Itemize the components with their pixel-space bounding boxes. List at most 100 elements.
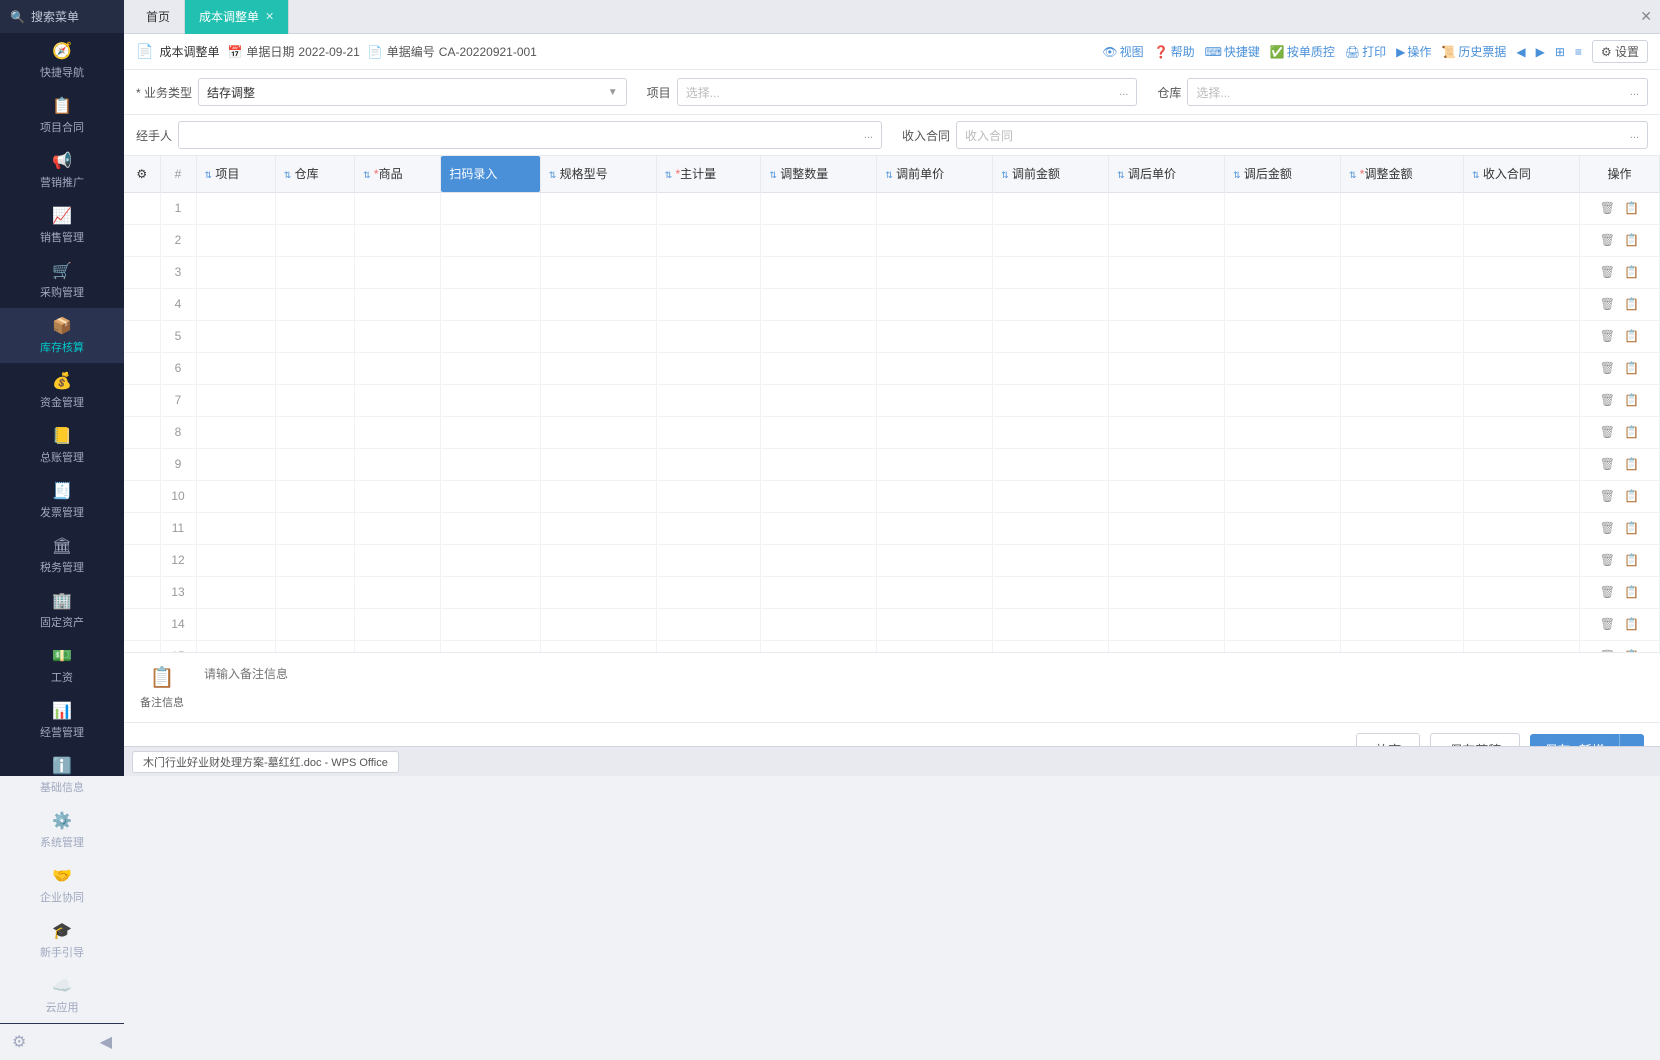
settings-icon[interactable]: ⚙	[12, 1032, 26, 1052]
row-before-amount[interactable]	[993, 320, 1109, 352]
row-after-price[interactable]	[1109, 224, 1225, 256]
row-product[interactable]	[355, 416, 441, 448]
row-before-price[interactable]	[877, 320, 993, 352]
col-warehouse[interactable]: ⇅ 仓库	[275, 156, 354, 192]
row-adj-qty[interactable]	[761, 352, 877, 384]
tab-home[interactable]: 首页	[132, 0, 185, 34]
row-adj-amount[interactable]	[1340, 640, 1463, 652]
row-adj-amount[interactable]	[1340, 416, 1463, 448]
sidebar-item-ops-mgmt[interactable]: 📊 经营管理	[0, 693, 124, 748]
row-before-amount[interactable]	[993, 224, 1109, 256]
handler-input[interactable]: ...	[178, 121, 882, 149]
row-scan[interactable]	[441, 640, 540, 652]
row-before-price[interactable]	[877, 608, 993, 640]
row-before-price[interactable]	[877, 288, 993, 320]
sidebar-item-purchase-mgmt[interactable]: 🛒 采购管理	[0, 253, 124, 308]
history-action[interactable]: 📜 历史票据	[1441, 43, 1506, 60]
row-adj-amount[interactable]	[1340, 192, 1463, 224]
row-after-amount[interactable]	[1224, 288, 1340, 320]
row-warehouse[interactable]	[275, 192, 354, 224]
col-after-price[interactable]: ⇅ 调后单价	[1109, 156, 1225, 192]
sidebar-item-invoice-mgmt[interactable]: 🧾 发票管理	[0, 473, 124, 528]
row-warehouse[interactable]	[275, 640, 354, 652]
row-spec[interactable]	[540, 512, 656, 544]
row-adj-amount[interactable]	[1340, 512, 1463, 544]
row-unit[interactable]	[656, 640, 761, 652]
row-before-amount[interactable]	[993, 608, 1109, 640]
row-before-amount[interactable]	[993, 192, 1109, 224]
row-income-contract[interactable]	[1463, 448, 1579, 480]
copy-icon[interactable]: 📋	[1624, 329, 1639, 343]
row-adj-qty[interactable]	[761, 384, 877, 416]
row-scan[interactable]	[441, 224, 540, 256]
row-spec[interactable]	[540, 640, 656, 652]
row-scan[interactable]	[441, 608, 540, 640]
sidebar-item-tax-mgmt[interactable]: 🏛 税务管理	[0, 528, 124, 583]
col-before-price[interactable]: ⇅ 调前单价	[877, 156, 993, 192]
row-scan[interactable]	[441, 576, 540, 608]
row-unit[interactable]	[656, 416, 761, 448]
notes-input[interactable]	[200, 661, 1648, 711]
row-warehouse[interactable]	[275, 608, 354, 640]
row-project[interactable]	[196, 544, 275, 576]
col-adj-amount[interactable]: ⇅ *调整金额	[1340, 156, 1463, 192]
row-warehouse[interactable]	[275, 288, 354, 320]
row-income-contract[interactable]	[1463, 416, 1579, 448]
row-warehouse[interactable]	[275, 256, 354, 288]
copy-icon[interactable]: 📋	[1624, 489, 1639, 503]
row-after-amount[interactable]	[1224, 544, 1340, 576]
row-after-amount[interactable]	[1224, 608, 1340, 640]
row-before-amount[interactable]	[993, 512, 1109, 544]
row-spec[interactable]	[540, 608, 656, 640]
row-adj-qty[interactable]	[761, 544, 877, 576]
row-product[interactable]	[355, 288, 441, 320]
operate-action[interactable]: ▶ 操作	[1396, 43, 1431, 60]
row-after-price[interactable]	[1109, 608, 1225, 640]
row-adj-amount[interactable]	[1340, 480, 1463, 512]
window-close-icon[interactable]: ✕	[1640, 8, 1652, 25]
col-before-amount[interactable]: ⇅ 调前金额	[993, 156, 1109, 192]
col-settings[interactable]: ⚙	[124, 156, 160, 192]
copy-icon[interactable]: 📋	[1624, 521, 1639, 535]
col-after-amount[interactable]: ⇅ 调后金额	[1224, 156, 1340, 192]
row-spec[interactable]	[540, 416, 656, 448]
row-adj-amount[interactable]	[1340, 352, 1463, 384]
sidebar-item-ledger-mgmt[interactable]: 📒 总账管理	[0, 418, 124, 473]
review-action[interactable]: ✅ 按单质控	[1270, 43, 1335, 60]
delete-icon[interactable]: 🗑	[1600, 457, 1615, 471]
copy-icon[interactable]: 📋	[1624, 617, 1639, 631]
row-spec[interactable]	[540, 480, 656, 512]
row-after-amount[interactable]	[1224, 480, 1340, 512]
shortcut-action[interactable]: ⌨ 快捷键	[1205, 43, 1260, 60]
row-spec[interactable]	[540, 384, 656, 416]
row-after-amount[interactable]	[1224, 576, 1340, 608]
sidebar-item-newbie[interactable]: 🎓 新手引导	[0, 913, 124, 968]
row-product[interactable]	[355, 448, 441, 480]
col-unit[interactable]: ⇅ *主计量	[656, 156, 761, 192]
row-adj-amount[interactable]	[1340, 576, 1463, 608]
row-after-price[interactable]	[1109, 384, 1225, 416]
row-adj-qty[interactable]	[761, 288, 877, 320]
row-adj-amount[interactable]	[1340, 544, 1463, 576]
row-before-price[interactable]	[877, 192, 993, 224]
row-spec[interactable]	[540, 352, 656, 384]
row-project[interactable]	[196, 224, 275, 256]
row-adj-amount[interactable]	[1340, 608, 1463, 640]
row-spec[interactable]	[540, 320, 656, 352]
help-action[interactable]: ❓ 帮助	[1154, 43, 1195, 60]
sidebar-item-fixed-assets[interactable]: 🏢 固定资产	[0, 583, 124, 638]
row-spec[interactable]	[540, 224, 656, 256]
taskbar-item[interactable]: 木门行业好业财处理方案-墓红红.doc - WPS Office	[132, 751, 399, 773]
project-input[interactable]: 选择... ...	[677, 78, 1138, 106]
row-unit[interactable]	[656, 288, 761, 320]
row-income-contract[interactable]	[1463, 384, 1579, 416]
handler-more-icon[interactable]: ...	[864, 129, 873, 141]
row-before-amount[interactable]	[993, 352, 1109, 384]
row-after-amount[interactable]	[1224, 256, 1340, 288]
col-adj-qty[interactable]: ⇅ 调整数量	[761, 156, 877, 192]
row-before-price[interactable]	[877, 640, 993, 652]
row-product[interactable]	[355, 384, 441, 416]
row-adj-qty[interactable]	[761, 512, 877, 544]
row-warehouse[interactable]	[275, 576, 354, 608]
row-adj-qty[interactable]	[761, 416, 877, 448]
